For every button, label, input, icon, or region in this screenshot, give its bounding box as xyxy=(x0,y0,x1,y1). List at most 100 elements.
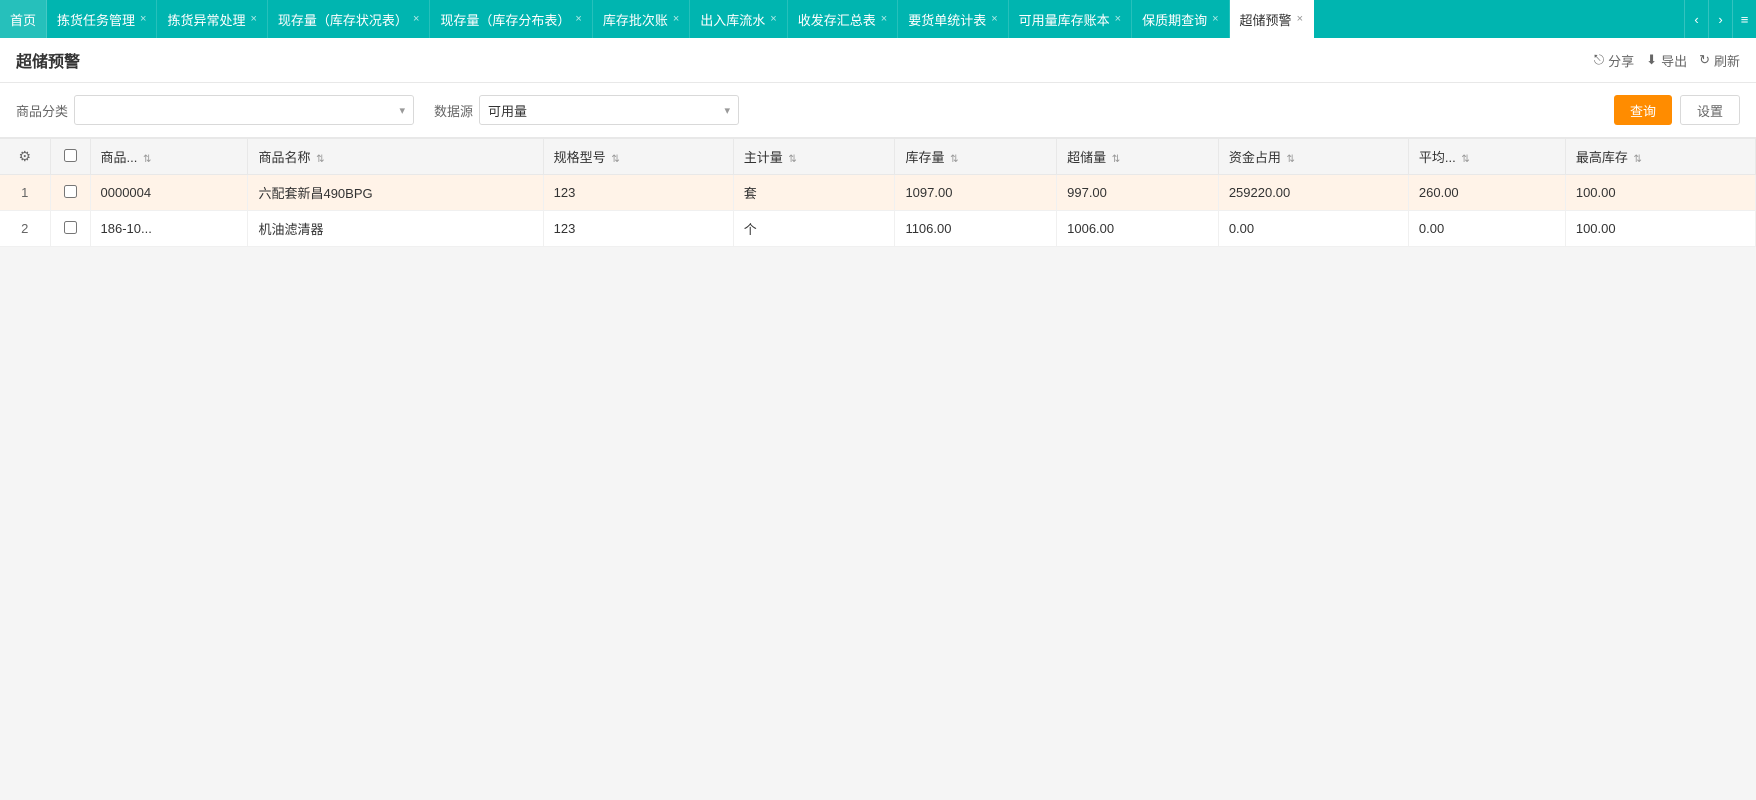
cell-checkbox[interactable] xyxy=(50,175,90,211)
nav-item-inout-flow[interactable]: 出入库流水 × xyxy=(690,0,787,38)
nav-item-shelf-life[interactable]: 保质期查询 × xyxy=(1132,0,1229,38)
col-header-overstock-qty[interactable]: 超储量 ⇅ xyxy=(1057,139,1219,175)
sort-icon: ⇅ xyxy=(1633,154,1641,165)
close-icon[interactable]: × xyxy=(1297,13,1303,25)
col-header-capital-occupied[interactable]: 资金占用 ⇅ xyxy=(1218,139,1408,175)
close-icon[interactable]: × xyxy=(1212,13,1218,25)
sort-icon: ⇅ xyxy=(788,154,796,165)
cell-spec: 123 xyxy=(543,211,733,247)
top-nav-bar: 首页 拣货任务管理 × 拣货异常处理 × 现存量（库存状况表） × 现存量（库存… xyxy=(0,0,1756,38)
close-icon[interactable]: × xyxy=(673,13,679,25)
settings-button[interactable]: 设置 xyxy=(1680,95,1740,125)
close-icon[interactable]: × xyxy=(770,13,776,25)
close-icon[interactable]: × xyxy=(881,13,887,25)
table-row: 10000004六配套新昌490BPG123套1097.00997.002592… xyxy=(0,175,1756,211)
cell-product-name: 机油滤清器 xyxy=(248,211,543,247)
cell-stock-qty: 1097.00 xyxy=(895,175,1057,211)
page-title: 超储预警 xyxy=(16,48,80,72)
refresh-icon: ↻ xyxy=(1699,52,1710,68)
nav-prev-button[interactable]: ‹ xyxy=(1684,0,1708,38)
overstock-table: ⚙ 商品... ⇅ 商品名称 ⇅ 规格型号 ⇅ 主计量 xyxy=(0,138,1756,247)
datasource-filter: 数据源 可用量 ▾ xyxy=(434,95,739,125)
nav-item-batch-account[interactable]: 库存批次账 × xyxy=(593,0,690,38)
refresh-button[interactable]: ↻ 刷新 xyxy=(1699,51,1740,70)
share-button[interactable]: ⎋ 分享 xyxy=(1594,51,1634,70)
col-label-max-stock: 最高库存 xyxy=(1576,150,1628,165)
col-label-product-name: 商品名称 xyxy=(258,150,310,165)
sort-icon: ⇅ xyxy=(1461,154,1469,165)
nav-item-stock-status[interactable]: 现存量（库存状况表） × xyxy=(268,0,430,38)
col-header-checkbox[interactable] xyxy=(50,139,90,175)
datasource-select[interactable]: 可用量 ▾ xyxy=(479,95,739,125)
sort-icon: ⇅ xyxy=(611,154,619,165)
col-header-stock-qty[interactable]: 库存量 ⇅ xyxy=(895,139,1057,175)
category-filter: 商品分类 ▾ xyxy=(16,95,414,125)
cell-product-name: 六配套新昌490BPG xyxy=(248,175,543,211)
cell-overstock-qty: 1006.00 xyxy=(1057,211,1219,247)
sort-icon: ⇅ xyxy=(316,154,324,165)
nav-home[interactable]: 首页 xyxy=(0,0,47,38)
nav-item-task[interactable]: 拣货任务管理 × xyxy=(47,0,157,38)
home-label: 首页 xyxy=(10,10,36,29)
gear-icon[interactable]: ⚙ xyxy=(18,148,31,164)
nav-item-summary[interactable]: 收发存汇总表 × xyxy=(788,0,898,38)
category-select[interactable]: ▾ xyxy=(74,95,414,125)
col-header-max-stock[interactable]: 最高库存 ⇅ xyxy=(1565,139,1755,175)
table-header-row: ⚙ 商品... ⇅ 商品名称 ⇅ 规格型号 ⇅ 主计量 xyxy=(0,139,1756,175)
sort-icon: ⇅ xyxy=(143,154,151,165)
cell-max-stock: 100.00 xyxy=(1565,211,1755,247)
col-header-product-code[interactable]: 商品... ⇅ xyxy=(90,139,248,175)
col-header-settings[interactable]: ⚙ xyxy=(0,139,50,175)
cell-checkbox[interactable] xyxy=(50,211,90,247)
datasource-value: 可用量 xyxy=(488,101,527,120)
nav-item-exception[interactable]: 拣货异常处理 × xyxy=(157,0,267,38)
cell-unit: 个 xyxy=(733,211,895,247)
export-icon: ⬇ xyxy=(1646,52,1657,68)
chevron-down-icon: ▾ xyxy=(399,104,405,117)
close-icon[interactable]: × xyxy=(250,13,256,25)
col-label-unit: 主计量 xyxy=(744,150,783,165)
nav-next-button[interactable]: › xyxy=(1708,0,1732,38)
table-row: 2186-10...机油滤清器123个1106.001006.000.000.0… xyxy=(0,211,1756,247)
cell-index: 1 xyxy=(0,175,50,211)
sort-icon: ⇅ xyxy=(950,154,958,165)
cell-avg: 0.00 xyxy=(1408,211,1565,247)
close-icon[interactable]: × xyxy=(140,13,146,25)
row-checkbox[interactable] xyxy=(64,185,77,198)
table-body: 10000004六配套新昌490BPG123套1097.00997.002592… xyxy=(0,175,1756,247)
nav-item-order-stats[interactable]: 要货单统计表 × xyxy=(898,0,1008,38)
export-button[interactable]: ⬇ 导出 xyxy=(1646,51,1687,70)
col-label-stock-qty: 库存量 xyxy=(905,150,944,165)
nav-item-overstock-warning[interactable]: 超储预警 × xyxy=(1230,0,1314,38)
col-header-unit[interactable]: 主计量 ⇅ xyxy=(733,139,895,175)
close-icon[interactable]: × xyxy=(991,13,997,25)
share-icon: ⎋ xyxy=(1594,52,1604,68)
row-checkbox[interactable] xyxy=(64,221,77,234)
cell-stock-qty: 1106.00 xyxy=(895,211,1057,247)
chevron-down-icon: ▾ xyxy=(725,104,731,117)
close-icon[interactable]: × xyxy=(413,13,419,25)
cell-capital-occupied: 0.00 xyxy=(1218,211,1408,247)
cell-index: 2 xyxy=(0,211,50,247)
select-all-checkbox[interactable] xyxy=(64,149,77,162)
col-header-product-name[interactable]: 商品名称 ⇅ xyxy=(248,139,543,175)
close-icon[interactable]: × xyxy=(1115,13,1121,25)
close-icon[interactable]: × xyxy=(575,13,581,25)
cell-product-code: 186-10... xyxy=(90,211,248,247)
col-header-spec[interactable]: 规格型号 ⇅ xyxy=(543,139,733,175)
query-button[interactable]: 查询 xyxy=(1614,95,1672,125)
cell-avg: 260.00 xyxy=(1408,175,1565,211)
page-header: 超储预警 ⎋ 分享 ⬇ 导出 ↻ 刷新 xyxy=(0,38,1756,83)
cell-overstock-qty: 997.00 xyxy=(1057,175,1219,211)
nav-item-stock-dist[interactable]: 现存量（库存分布表） × xyxy=(430,0,592,38)
col-label-capital-occupied: 资金占用 xyxy=(1229,150,1281,165)
filter-buttons: 查询 设置 xyxy=(1614,95,1740,125)
datasource-label: 数据源 xyxy=(434,101,473,120)
category-label: 商品分类 xyxy=(16,101,68,120)
col-header-avg[interactable]: 平均... ⇅ xyxy=(1408,139,1565,175)
nav-item-available-ledger[interactable]: 可用量库存账本 × xyxy=(1009,0,1132,38)
nav-more-button[interactable]: ≡ xyxy=(1732,0,1756,38)
cell-unit: 套 xyxy=(733,175,895,211)
filter-bar: 商品分类 ▾ 数据源 可用量 ▾ 查询 设置 xyxy=(0,83,1756,138)
sort-icon: ⇅ xyxy=(1286,154,1294,165)
